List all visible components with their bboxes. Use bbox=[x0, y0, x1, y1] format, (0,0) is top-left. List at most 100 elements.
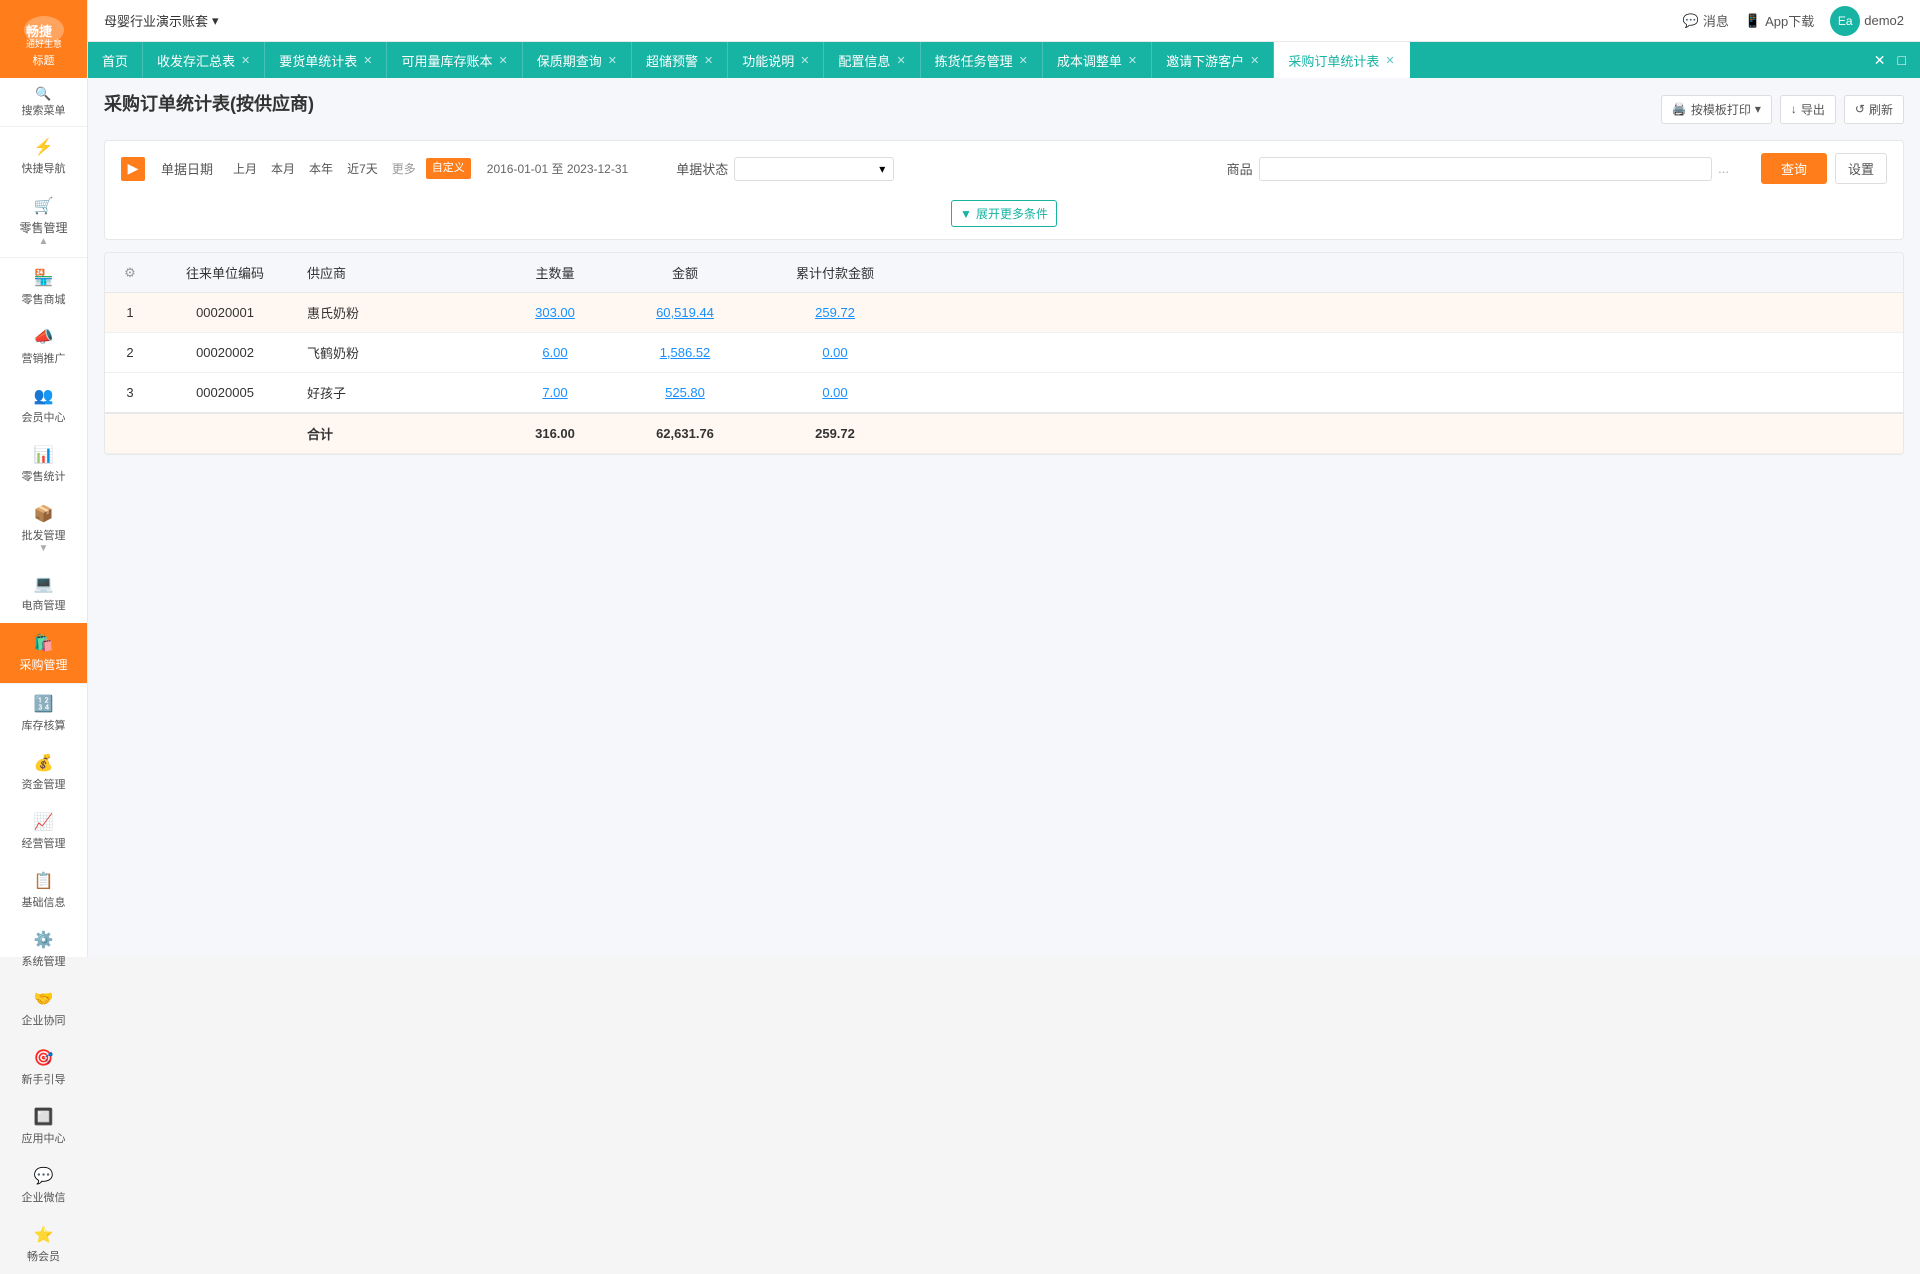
tab-max-btn[interactable]: □ bbox=[1892, 50, 1912, 70]
cell-amount[interactable]: 1,586.52 bbox=[615, 333, 755, 373]
table-row[interactable]: 3 00020005 好孩子 7.00 525.80 0.00 bbox=[105, 373, 1903, 414]
sidebar-item-vip-member[interactable]: ⭐ 畅会员 bbox=[0, 1215, 87, 1274]
workspace-selector[interactable]: 母婴行业演示账套 ▾ bbox=[104, 11, 219, 30]
goods-filter-field: 商品 ... bbox=[1227, 157, 1729, 181]
tab-receive-summary[interactable]: 收发存汇总表 ✕ bbox=[143, 42, 265, 78]
sidebar-item-new-guide[interactable]: 🎯 新手引导 bbox=[0, 1038, 87, 1097]
message-label: 消息 bbox=[1703, 11, 1729, 30]
sidebar-item-member-center[interactable]: 👥 会员中心 bbox=[0, 376, 87, 435]
goods-filter-input[interactable] bbox=[1259, 157, 1713, 181]
filter-toggle-btn[interactable]: ▶ bbox=[121, 157, 145, 181]
main-area: 母婴行业演示账套 ▾ 💬 消息 📱 App下载 Ea demo2 首页 收发存汇… bbox=[88, 0, 1920, 957]
cell-paid[interactable]: 0.00 bbox=[755, 333, 915, 373]
tab-cost-adjust[interactable]: 成本调整单 ✕ bbox=[1043, 42, 1152, 78]
sidebar-item-operation-manage[interactable]: 📈 经营管理 bbox=[0, 802, 87, 861]
message-btn[interactable]: 💬 消息 bbox=[1683, 11, 1729, 30]
workspace-name: 母婴行业演示账套 bbox=[104, 11, 208, 30]
refresh-btn[interactable]: ↺ 刷新 bbox=[1844, 95, 1904, 124]
sidebar-item-retail-stats[interactable]: 📊 零售统计 bbox=[0, 435, 87, 494]
sidebar-item-app-center[interactable]: 🔲 应用中心 bbox=[0, 1097, 87, 1156]
footer-amount: 62,631.76 bbox=[615, 413, 755, 454]
sidebar-quick-nav[interactable]: ⚡ 快捷导航 bbox=[0, 127, 87, 186]
print-btn[interactable]: 🖨️ 按模板打印 ▾ bbox=[1661, 95, 1772, 124]
tab-function-desc-close[interactable]: ✕ bbox=[800, 54, 809, 67]
footer-paid: 259.72 bbox=[755, 413, 915, 454]
sidebar-item-stock-check[interactable]: 🔢 库存核算 bbox=[0, 684, 87, 743]
enterprise-collab-icon: 🤝 bbox=[34, 989, 54, 1009]
col-extra bbox=[915, 253, 1903, 293]
tab-function-desc[interactable]: 功能说明 ✕ bbox=[728, 42, 824, 78]
retail-mall-label: 零售商城 bbox=[22, 291, 66, 307]
expand-more-btn[interactable]: ▼ 展开更多条件 bbox=[951, 200, 1057, 227]
shortcut-this-year[interactable]: 本年 bbox=[305, 158, 337, 179]
cell-extra bbox=[915, 293, 1903, 333]
export-btn[interactable]: ↓ 导出 bbox=[1780, 95, 1836, 124]
tab-available-stock[interactable]: 可用量库存账本 ✕ bbox=[387, 42, 522, 78]
table-settings-icon[interactable]: ⚙ bbox=[124, 265, 136, 280]
status-select[interactable]: ▾ bbox=[734, 157, 894, 181]
sidebar-item-purchase-manage[interactable]: 🛍️ 采购管理 bbox=[0, 623, 87, 684]
sidebar-item-marketing[interactable]: 📣 营销推广 bbox=[0, 317, 87, 376]
expand-icon: ▲ bbox=[39, 236, 49, 247]
app-download-icon: 📱 bbox=[1745, 13, 1761, 29]
sidebar-search[interactable]: 🔍 搜索菜单 bbox=[0, 78, 87, 127]
sidebar-item-finance-manage[interactable]: 💰 资金管理 bbox=[0, 743, 87, 802]
tab-order-summary-label: 要货单统计表 bbox=[279, 51, 357, 70]
cell-qty[interactable]: 303.00 bbox=[495, 293, 615, 333]
footer-label-col bbox=[155, 413, 295, 454]
tab-overstock-warning-close[interactable]: ✕ bbox=[704, 54, 713, 67]
tab-available-stock-close[interactable]: ✕ bbox=[499, 54, 508, 67]
filter-panel: ▶ 单据日期 上月 本月 本年 近7天 更多 自定义 2016-01-01 至 … bbox=[104, 140, 1904, 240]
sidebar-item-retail-manage[interactable]: 🛒 零售管理 ▲ bbox=[0, 186, 87, 258]
cell-supplier: 惠氏奶粉 bbox=[295, 293, 495, 333]
stock-check-label: 库存核算 bbox=[22, 717, 66, 733]
tab-purchase-order-summary[interactable]: 采购订单统计表 ✕ bbox=[1274, 42, 1409, 78]
tab-warranty-query-close[interactable]: ✕ bbox=[608, 54, 617, 67]
shortcut-last-month[interactable]: 上月 bbox=[229, 158, 261, 179]
cell-qty[interactable]: 7.00 bbox=[495, 373, 615, 414]
sidebar-item-system-manage[interactable]: ⚙️ 系统管理 bbox=[0, 920, 87, 979]
tab-config-info-close[interactable]: ✕ bbox=[896, 54, 905, 67]
tab-home[interactable]: 首页 bbox=[88, 42, 143, 78]
date-range-display: 2016-01-01 至 2023-12-31 bbox=[487, 160, 628, 177]
tab-close-btn[interactable]: ✕ bbox=[1868, 50, 1892, 71]
sidebar-item-enterprise-collab[interactable]: 🤝 企业协同 bbox=[0, 979, 87, 1038]
tab-overstock-warning[interactable]: 超储预警 ✕ bbox=[632, 42, 728, 78]
sidebar-item-retail-mall[interactable]: 🏪 零售商城 bbox=[0, 258, 87, 317]
sidebar-item-wholesale-manage[interactable]: 📦 批发管理 ▼ bbox=[0, 494, 87, 564]
avatar: Ea bbox=[1830, 6, 1860, 36]
shortcut-more[interactable]: 更多 bbox=[388, 158, 420, 179]
table-body: 1 00020001 惠氏奶粉 303.00 60,519.44 259.72 … bbox=[105, 293, 1903, 414]
tab-purchase-order-summary-close[interactable]: ✕ bbox=[1385, 54, 1394, 67]
sidebar-item-enterprise-wechat[interactable]: 💬 企业微信 bbox=[0, 1156, 87, 1215]
query-btn[interactable]: 查询 bbox=[1761, 153, 1827, 184]
settings-btn[interactable]: 设置 bbox=[1835, 153, 1887, 184]
shortcut-7days[interactable]: 近7天 bbox=[343, 158, 382, 179]
tab-warranty-query[interactable]: 保质期查询 ✕ bbox=[523, 42, 632, 78]
user-area[interactable]: Ea demo2 bbox=[1830, 6, 1904, 36]
cell-amount[interactable]: 525.80 bbox=[615, 373, 755, 414]
tab-receive-summary-close[interactable]: ✕ bbox=[241, 54, 250, 67]
tab-function-desc-label: 功能说明 bbox=[742, 51, 794, 70]
table-row[interactable]: 1 00020001 惠氏奶粉 303.00 60,519.44 259.72 bbox=[105, 293, 1903, 333]
shortcut-this-month[interactable]: 本月 bbox=[267, 158, 299, 179]
cell-paid[interactable]: 259.72 bbox=[755, 293, 915, 333]
tab-order-summary-close[interactable]: ✕ bbox=[363, 54, 372, 67]
tab-invite-downstream[interactable]: 邀请下游客户 ✕ bbox=[1152, 42, 1274, 78]
tab-config-info[interactable]: 配置信息 ✕ bbox=[824, 42, 920, 78]
table-row[interactable]: 2 00020002 飞鹤奶粉 6.00 1,586.52 0.00 bbox=[105, 333, 1903, 373]
cell-paid[interactable]: 0.00 bbox=[755, 373, 915, 414]
cell-amount[interactable]: 60,519.44 bbox=[615, 293, 755, 333]
cell-code: 00020002 bbox=[155, 333, 295, 373]
sidebar-item-basic-info[interactable]: 📋 基础信息 bbox=[0, 861, 87, 920]
app-download-btn[interactable]: 📱 App下载 bbox=[1745, 11, 1814, 30]
tab-cost-adjust-close[interactable]: ✕ bbox=[1128, 54, 1137, 67]
goods-filter-ellipsis[interactable]: ... bbox=[1718, 161, 1729, 176]
tab-pick-task-manage[interactable]: 拣货任务管理 ✕ bbox=[921, 42, 1043, 78]
col-paid-header: 累计付款金额 bbox=[755, 253, 915, 293]
tab-order-summary[interactable]: 要货单统计表 ✕ bbox=[265, 42, 387, 78]
sidebar-item-ecommerce-manage[interactable]: 💻 电商管理 bbox=[0, 564, 87, 623]
cell-qty[interactable]: 6.00 bbox=[495, 333, 615, 373]
tab-invite-downstream-close[interactable]: ✕ bbox=[1250, 54, 1259, 67]
tab-pick-task-manage-close[interactable]: ✕ bbox=[1019, 54, 1028, 67]
